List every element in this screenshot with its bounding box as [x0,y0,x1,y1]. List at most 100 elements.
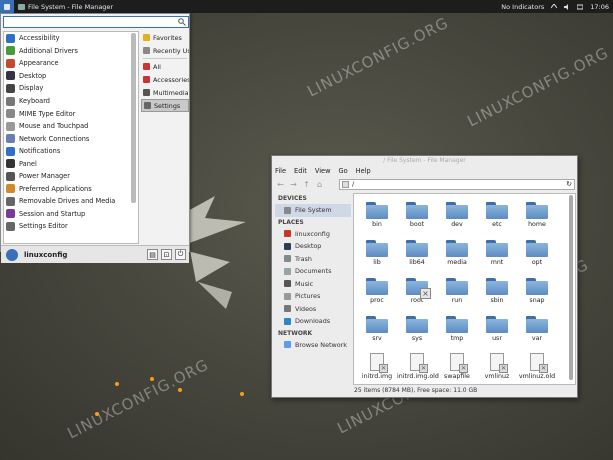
home-button[interactable]: ⌂ [315,180,324,189]
whisker-menu-button[interactable] [0,0,14,13]
app-item[interactable]: Keyboard [4,95,138,108]
file-item[interactable]: run [437,272,477,310]
file-item[interactable]: home [517,196,557,234]
file-name: proc [370,297,384,304]
sidepane-item-trash[interactable]: Trash [275,253,351,266]
category-multimedia[interactable]: Multimedia [141,86,189,99]
category-recently-used[interactable]: Recently Used [141,44,189,57]
file-item[interactable]: tmp [437,310,477,348]
file-item[interactable]: snap [517,272,557,310]
app-item[interactable]: Preferred Applications [4,183,138,196]
file-item[interactable]: boot [397,196,437,234]
file-item[interactable]: × root [397,272,437,310]
file-item[interactable]: media [437,234,477,272]
category-all[interactable]: All [141,60,189,73]
sidepane-item-browse-network[interactable]: Browse Network [275,339,351,352]
search-input[interactable] [3,16,189,28]
documents-icon [284,267,291,275]
category-label: All [153,62,161,71]
category-accessories[interactable]: Accessories [141,73,189,86]
file-name: srv [372,335,382,342]
file-item[interactable]: × initrd.img [357,348,397,384]
app-item[interactable]: Session and Startup [4,208,138,221]
app-item[interactable]: Power Manager [4,170,138,183]
menu-go[interactable]: Go [338,167,347,175]
app-item[interactable]: Notifications [4,145,138,158]
network-icon[interactable] [551,3,558,10]
file-item[interactable]: lib [357,234,397,272]
pictures-icon [284,292,291,300]
app-item-label: Power Manager [19,172,70,181]
up-button[interactable]: ↑ [302,180,311,189]
file-view-scrollbar[interactable] [569,195,573,380]
file-item[interactable]: × vmlinuz [477,348,517,384]
file-item[interactable]: srv [357,310,397,348]
file-item[interactable]: sys [397,310,437,348]
app-item[interactable]: MIME Type Editor [4,107,138,120]
app-item[interactable]: Display [4,82,138,95]
logout-button[interactable]: ⏻ [175,249,186,260]
menu-edit[interactable]: Edit [294,167,307,175]
forward-button[interactable]: → [289,180,298,189]
file-item[interactable]: var [517,310,557,348]
file-icon: × [410,353,428,373]
home-icon [284,230,291,238]
file-item[interactable]: bin [357,196,397,234]
menu-help[interactable]: Help [356,167,371,175]
file-item[interactable]: usr [477,310,517,348]
file-item[interactable]: lib64 [397,234,437,272]
mail-icon[interactable] [577,4,584,10]
sidepane-item-label: Browse Network [295,340,347,349]
file-item[interactable]: × vmlinuz.old [517,348,557,384]
lock-screen-button[interactable]: ⊡ [161,249,172,260]
sidepane-item-videos[interactable]: Videos [275,303,351,316]
file-item[interactable]: sbin [477,272,517,310]
file-item[interactable]: × swapfile [437,348,477,384]
sidepane: DEVICES File System PLACES linuxconfig Deskt… [275,193,351,396]
app-item[interactable]: Desktop [4,70,138,83]
file-item[interactable]: mnt [477,234,517,272]
app-item[interactable]: Accessibility [4,32,138,45]
reload-icon[interactable]: ↻ [566,180,572,189]
app-item[interactable]: Panel [4,157,138,170]
menu-view[interactable]: View [315,167,331,175]
accessories-icon [143,76,150,83]
app-item[interactable]: Mouse and Touchpad [4,120,138,133]
sidepane-item-pictures[interactable]: Pictures [275,290,351,303]
menu-file[interactable]: File [275,167,286,175]
sidepane-item-desktop[interactable]: Desktop [275,240,351,253]
sidepane-item-linuxconfig[interactable]: linuxconfig [275,228,351,241]
indicators-label[interactable]: No Indicators [501,3,544,11]
file-name: swapfile [444,373,470,380]
settings-manager-button[interactable]: ▤ [147,249,158,260]
network-icon [6,134,15,144]
clock[interactable]: 17:06 [590,3,609,11]
sidepane-item-documents[interactable]: Documents [275,265,351,278]
file-name: etc [492,221,502,228]
taskbar-window-button[interactable]: File System - File Manager [18,3,113,11]
category-favorites[interactable]: Favorites [141,31,189,44]
notifications-icon [6,146,15,156]
file-view: bin boot dev etc home lib lib64 media mnt opt proc… [353,193,576,385]
file-item[interactable]: opt [517,234,557,272]
app-item[interactable]: Appearance [4,57,138,70]
folder-body [406,243,428,257]
sidepane-item-downloads[interactable]: Downloads [275,315,351,328]
application-list-scrollbar[interactable] [131,33,136,203]
app-item[interactable]: Removable Drives and Media [4,195,138,208]
category-settings[interactable]: Settings [141,99,189,112]
sidepane-item-music[interactable]: Music [275,278,351,291]
volume-icon[interactable] [564,3,570,10]
folder-icon [406,202,428,219]
file-item[interactable]: dev [437,196,477,234]
app-item[interactable]: Additional Drivers [4,45,138,58]
sidepane-item-file-system[interactable]: File System [275,204,351,217]
location-bar[interactable]: / ↻ [339,179,575,190]
app-item[interactable]: Settings Editor [4,220,138,233]
app-item[interactable]: Network Connections [4,132,138,145]
file-item[interactable]: etc [477,196,517,234]
file-item[interactable]: × initrd.img.old [397,348,439,384]
sidepane-item-label: linuxconfig [295,229,330,238]
file-item[interactable]: proc [357,272,397,310]
back-button[interactable]: ← [276,180,285,189]
